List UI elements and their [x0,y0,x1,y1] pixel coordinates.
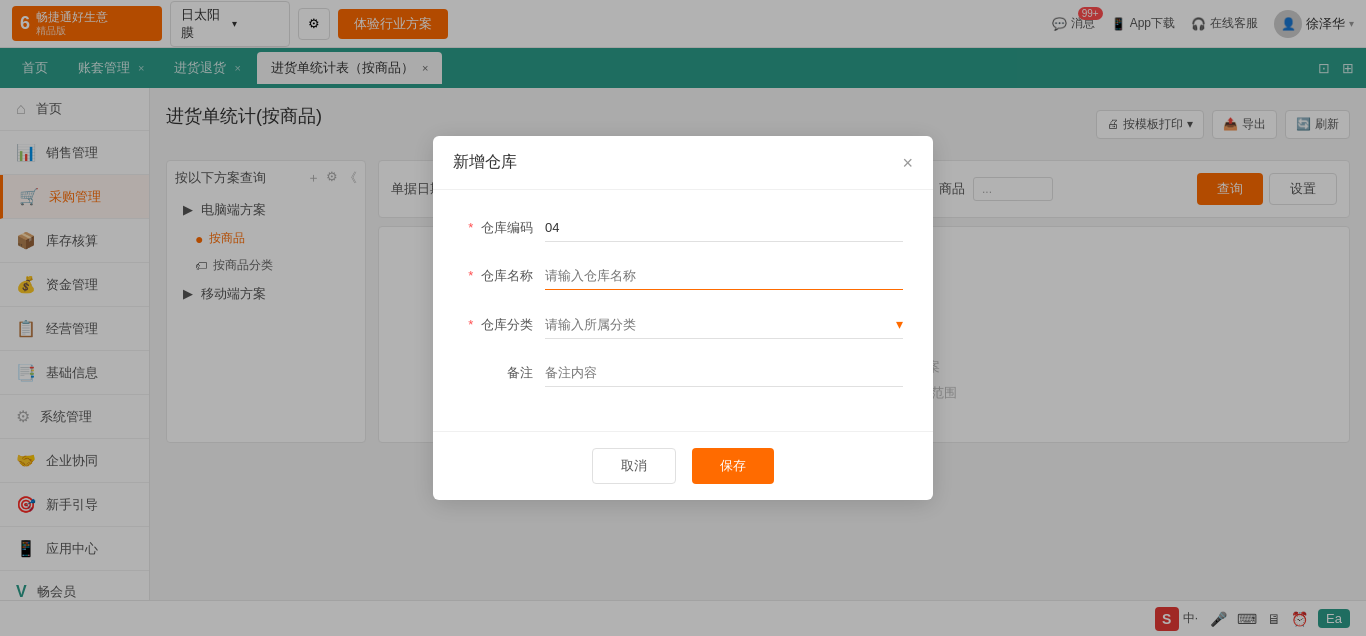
name-required-star: * [468,268,473,283]
code-label-text: 仓库编码 [481,220,533,235]
modal-body: * 仓库编码 * 仓库名称 * 仓库分类 [433,190,933,431]
type-label: * 仓库分类 [463,316,533,334]
cancel-button[interactable]: 取消 [592,448,676,484]
warehouse-type-input[interactable] [545,317,896,332]
save-button[interactable]: 保存 [692,448,774,484]
warehouse-name-input[interactable] [545,262,903,290]
type-dropdown-icon: ▾ [896,316,903,332]
name-label: * 仓库名称 [463,267,533,285]
form-row-remark: 备注 [463,359,903,387]
modal-title: 新增仓库 [453,152,517,173]
type-required-star: * [468,317,473,332]
remark-input[interactable] [545,359,903,387]
modal-header: 新增仓库 × [433,136,933,190]
remark-label: 备注 [463,364,533,382]
form-row-name: * 仓库名称 [463,262,903,290]
modal-footer: 取消 保存 [433,431,933,500]
code-label: * 仓库编码 [463,219,533,237]
modal-close-icon[interactable]: × [902,154,913,172]
required-star: * [468,220,473,235]
form-row-code: * 仓库编码 [463,214,903,242]
modal-overlay: 新增仓库 × * 仓库编码 * 仓库名称 [0,0,1366,636]
warehouse-code-input[interactable] [545,214,903,242]
name-label-text: 仓库名称 [481,268,533,283]
warehouse-type-select[interactable]: ▾ [545,310,903,339]
type-label-text: 仓库分类 [481,317,533,332]
form-row-type: * 仓库分类 ▾ [463,310,903,339]
modal-add-warehouse: 新增仓库 × * 仓库编码 * 仓库名称 [433,136,933,500]
